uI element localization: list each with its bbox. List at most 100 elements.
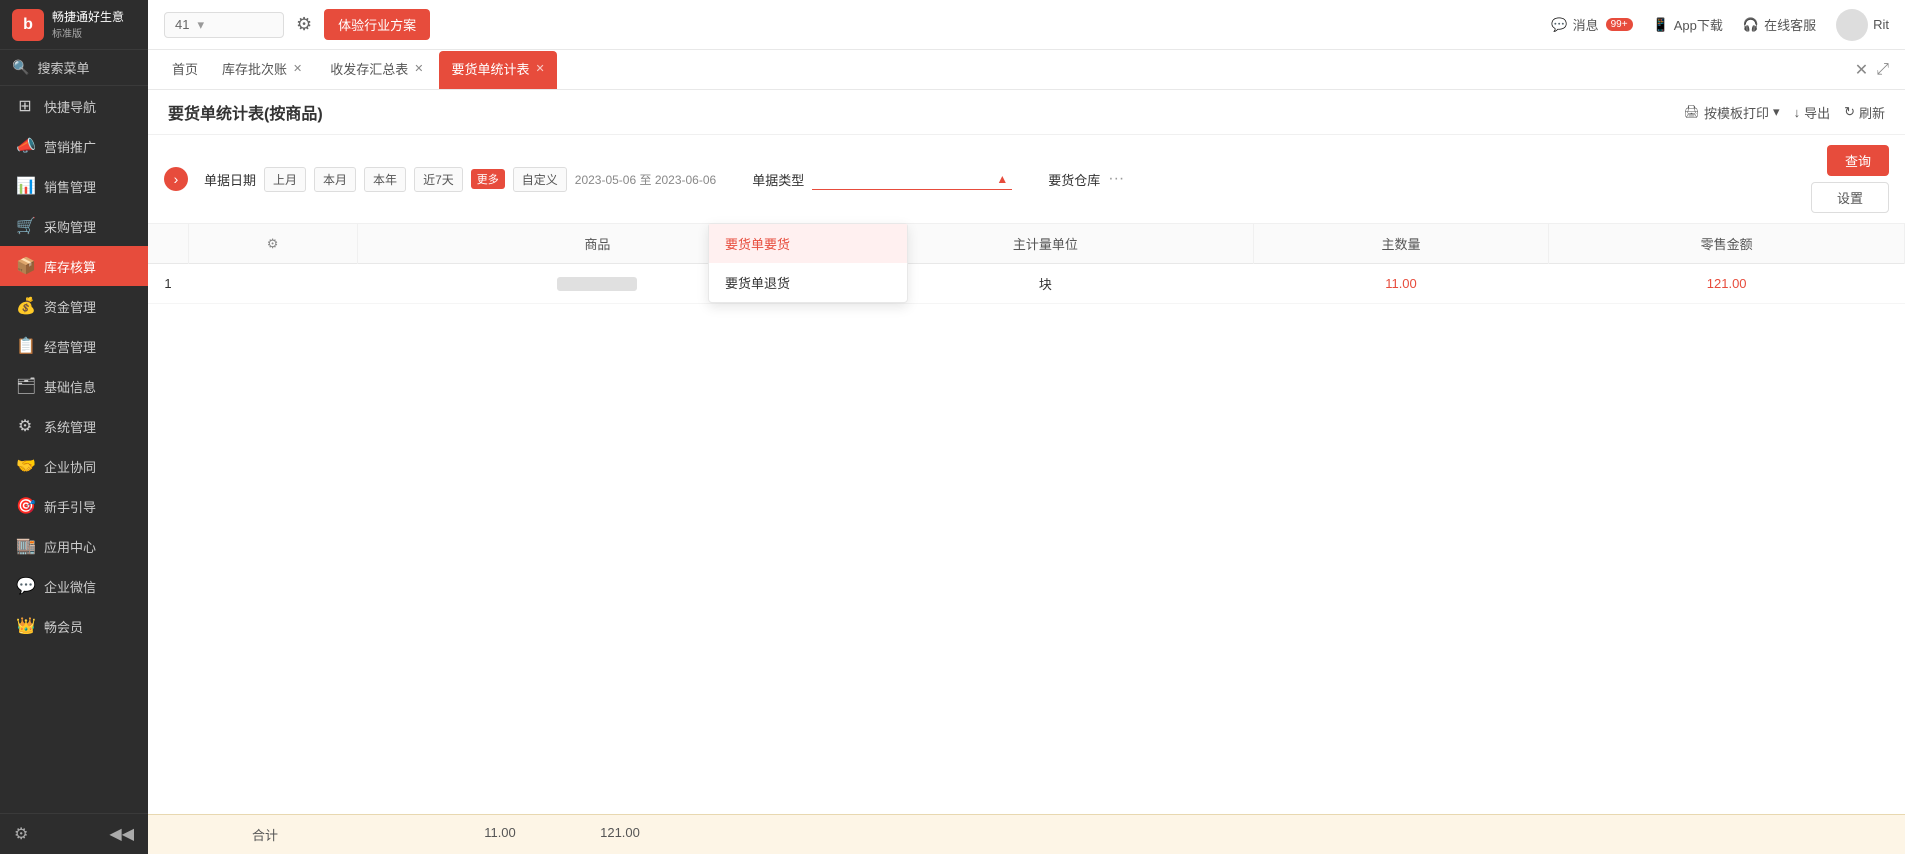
tab-maximize-icon[interactable]: ⤢ xyxy=(1876,61,1889,79)
sidebar-item-inventory[interactable]: 📦 库存核算 xyxy=(0,246,148,286)
page-header: 要货单统计表(按商品) 🖨 按模板打印 ▾ ↓ 导出 ↻ 刷新 xyxy=(148,90,1905,135)
type-input-container: ▲ xyxy=(812,168,1012,190)
tab-batch[interactable]: 库存批次账 ✕ xyxy=(210,51,314,89)
sidebar-nav: ⊞ 快捷导航 📣 营销推广 📊 销售管理 🛒 采购管理 📦 库存核算 💰 资金管… xyxy=(0,86,148,813)
message-label: 消息 xyxy=(1573,15,1599,34)
store-selector[interactable]: 41 ▾ xyxy=(164,12,284,38)
sidebar: b 畅捷通好生意 标准版 🔍 搜索菜单 ⊞ 快捷导航 📣 营销推广 📊 销售管理… xyxy=(0,0,148,854)
tab-close-all-icon[interactable]: ✕ xyxy=(1855,60,1868,80)
app-download-button[interactable]: 📱 App下载 xyxy=(1653,15,1723,34)
sidebar-item-operation[interactable]: 📋 经营管理 xyxy=(0,326,148,366)
col-amount: 零售金额 xyxy=(1549,224,1905,264)
user-name: Rit xyxy=(1873,17,1889,32)
sidebar-item-system[interactable]: ⚙ 系统管理 xyxy=(0,406,148,446)
sales-icon: 📊 xyxy=(16,176,34,196)
sidebar-item-shortcut[interactable]: ⊞ 快捷导航 xyxy=(0,86,148,126)
dropdown-arrow-icon: ▾ xyxy=(197,17,204,33)
user-menu[interactable]: Rit xyxy=(1836,9,1889,41)
footer-label: 合计 xyxy=(240,825,440,844)
col-quantity: 主数量 xyxy=(1253,224,1549,264)
date-prev-month-button[interactable]: 上月 xyxy=(264,167,306,192)
date-this-month-button[interactable]: 本月 xyxy=(314,167,356,192)
sidebar-item-appstore[interactable]: 🏬 应用中心 xyxy=(0,526,148,566)
query-set-group: 查询 设置 xyxy=(1811,145,1889,213)
row-num: 1 xyxy=(148,264,188,304)
cooperation-icon: 🤝 xyxy=(16,456,34,476)
type-filter-group: 单据类型 ▲ xyxy=(752,168,1012,190)
refresh-button[interactable]: ↻ 刷新 xyxy=(1844,103,1885,122)
collapse-icon[interactable]: ◀◀ xyxy=(109,824,134,844)
sidebar-item-member[interactable]: 👑 畅会员 xyxy=(0,606,148,646)
page-title: 要货单统计表(按商品) xyxy=(168,100,323,124)
settings-bottom-icon[interactable]: ⚙ xyxy=(14,824,28,844)
tab-goods-stat-close-icon[interactable]: ✕ xyxy=(536,62,545,75)
header-settings-icon[interactable]: ⚙ xyxy=(296,14,312,35)
date-label: 单据日期 xyxy=(204,170,256,189)
type-input[interactable] xyxy=(812,168,1012,190)
export-button[interactable]: ↓ 导出 xyxy=(1794,103,1831,122)
dropdown-item-order-return[interactable]: 要货单退货 xyxy=(709,263,907,302)
filter-toggle-button[interactable]: › xyxy=(164,167,188,191)
tab-batch-label: 库存批次账 xyxy=(222,59,287,78)
sidebar-item-wechat[interactable]: 💬 企业微信 xyxy=(0,566,148,606)
refresh-icon: ↻ xyxy=(1844,104,1855,120)
sidebar-item-basics[interactable]: 🗂 基础信息 xyxy=(0,366,148,406)
table-row: 1 块 11.00 121.00 xyxy=(148,264,1905,304)
date-filter-group: 单据日期 上月 本月 本年 近7天 更多 自定义 2023-05-06 至 20… xyxy=(204,167,716,192)
marketing-icon: 📣 xyxy=(16,136,34,156)
sidebar-item-marketing[interactable]: 📣 营销推广 xyxy=(0,126,148,166)
tab-home[interactable]: 首页 xyxy=(164,51,206,89)
filter-bar: › 单据日期 上月 本月 本年 近7天 更多 自定义 2023-05-06 至 … xyxy=(148,135,1905,224)
tab-goods-stat[interactable]: 要货单统计表 ✕ xyxy=(439,51,556,89)
store-name: 41 xyxy=(175,17,189,32)
export-icon: ↓ xyxy=(1794,105,1801,120)
system-icon: ⚙ xyxy=(16,416,34,436)
trial-button[interactable]: 体验行业方案 xyxy=(324,9,430,40)
message-button[interactable]: 💬 消息 99+ xyxy=(1551,15,1632,34)
date-range-text: 2023-05-06 至 2023-06-06 xyxy=(575,171,716,188)
export-label: 导出 xyxy=(1804,103,1830,122)
row-amount: 121.00 xyxy=(1549,264,1905,304)
print-icon: 🖨 xyxy=(1684,104,1701,120)
sidebar-item-cooperation[interactable]: 🤝 企业协同 xyxy=(0,446,148,486)
sidebar-bottom: ⚙ ◀◀ xyxy=(0,813,148,854)
query-button[interactable]: 查询 xyxy=(1827,145,1889,176)
operation-icon: 📋 xyxy=(16,336,34,356)
tab-summary-close-icon[interactable]: ✕ xyxy=(414,62,423,75)
tab-batch-close-icon[interactable]: ✕ xyxy=(293,62,302,75)
dropdown-item-order-goods[interactable]: 要货单要货 xyxy=(709,224,907,263)
tab-summary-label: 收发存汇总表 xyxy=(330,59,408,78)
date-this-year-button[interactable]: 本年 xyxy=(364,167,406,192)
footer-amount: 121.00 xyxy=(560,825,680,844)
online-service-button[interactable]: 🎧 在线客服 xyxy=(1743,15,1816,34)
refresh-label: 刷新 xyxy=(1859,103,1885,122)
message-badge: 99+ xyxy=(1606,18,1633,31)
basics-icon: 🗂 xyxy=(16,376,34,396)
tab-summary[interactable]: 收发存汇总表 ✕ xyxy=(318,51,435,89)
inventory-icon: 📦 xyxy=(16,256,34,276)
set-button[interactable]: 设置 xyxy=(1811,182,1889,213)
sidebar-item-guide[interactable]: 🎯 新手引导 xyxy=(0,486,148,526)
print-template-button[interactable]: 🖨 按模板打印 ▾ xyxy=(1684,103,1780,122)
table-container: ⚙ 商品 主计量单位 主数量 零售金额 1 xyxy=(148,224,1905,814)
col-num xyxy=(148,224,188,264)
wechat-icon: 💬 xyxy=(16,576,34,596)
page-actions: 🖨 按模板打印 ▾ ↓ 导出 ↻ 刷新 xyxy=(1684,103,1886,122)
type-dropdown-icon[interactable]: ▲ xyxy=(996,172,1008,186)
date-last-7days-button[interactable]: 近7天 xyxy=(414,167,463,192)
sidebar-item-label: 新手引导 xyxy=(44,497,96,516)
sidebar-search[interactable]: 🔍 搜索菜单 xyxy=(0,50,148,86)
sidebar-item-purchase[interactable]: 🛒 采购管理 xyxy=(0,206,148,246)
sidebar-item-label: 系统管理 xyxy=(44,417,96,436)
custom-date-button[interactable]: 自定义 xyxy=(513,167,567,192)
sidebar-item-label: 企业微信 xyxy=(44,577,96,596)
sidebar-item-sales[interactable]: 📊 销售管理 xyxy=(0,166,148,206)
column-settings-icon[interactable]: ⚙ xyxy=(267,236,279,251)
sidebar-item-finance[interactable]: 💰 资金管理 xyxy=(0,286,148,326)
warehouse-more-icon[interactable]: ··· xyxy=(1108,170,1124,188)
app-download-label: App下载 xyxy=(1674,15,1723,34)
more-badge[interactable]: 更多 xyxy=(471,169,505,189)
print-label: 按模板打印 xyxy=(1704,103,1769,122)
tab-bar: 首页 库存批次账 ✕ 收发存汇总表 ✕ 要货单统计表 ✕ ✕ ⤢ xyxy=(148,50,1905,90)
sidebar-item-label: 应用中心 xyxy=(44,537,96,556)
